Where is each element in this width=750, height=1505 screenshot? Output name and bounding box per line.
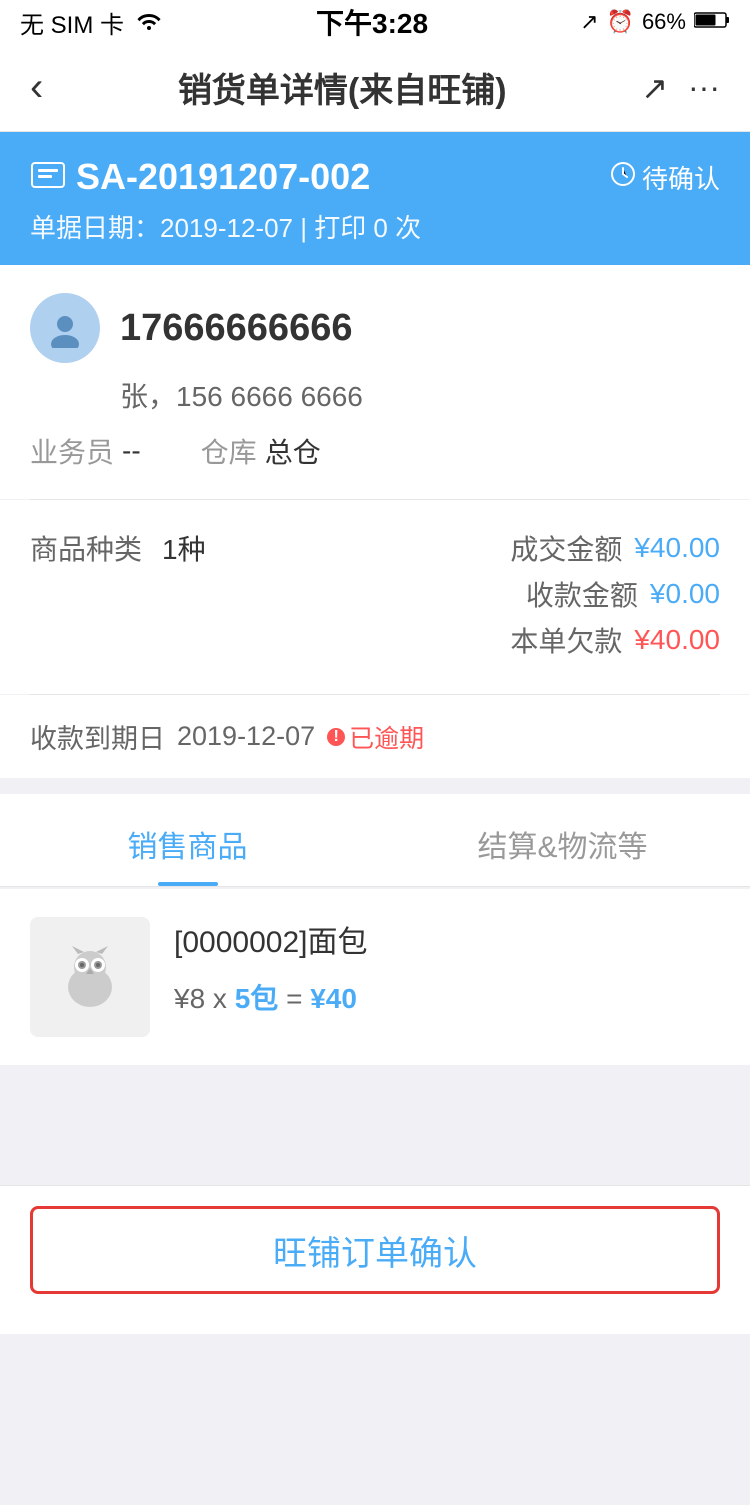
due-date-value: 2019-12-07	[177, 721, 315, 752]
customer-meta: 业务员 -- 仓库 总仓	[30, 431, 720, 471]
debt-amount-row: 本单欠款 ¥40.00	[510, 620, 720, 660]
product-qty: 5包	[235, 983, 279, 1014]
order-icon	[30, 156, 66, 198]
summary-right: 成交金额 ¥40.00 收款金额 ¥0.00 本单欠款 ¥40.00	[510, 528, 720, 666]
tab-settlement[interactable]: 结算&物流等	[375, 794, 750, 886]
product-types-label: 商品种类	[30, 528, 142, 568]
status-right: ↗ ⏰ 66%	[580, 9, 730, 35]
battery-icon	[694, 9, 730, 35]
warehouse-label: 仓库	[201, 431, 257, 471]
deal-amount-label: 成交金额	[510, 528, 622, 568]
due-date-label: 收款到期日	[30, 717, 165, 756]
debt-amount-value: ¥40.00	[634, 624, 720, 656]
location-icon: ↗	[580, 9, 598, 35]
collected-amount-label: 收款金额	[526, 574, 638, 614]
overdue-icon: !	[327, 728, 345, 746]
product-price-formula: ¥8 x	[174, 983, 227, 1014]
product-thumb-inner	[30, 917, 150, 1037]
product-name: [0000002]面包	[174, 917, 720, 961]
collected-amount-row: 收款金额 ¥0.00	[510, 574, 720, 614]
avatar	[30, 293, 100, 363]
bottom-bar: 旺铺订单确认	[0, 1185, 750, 1334]
clock-icon	[610, 161, 636, 194]
share-button[interactable]: ↗	[641, 69, 668, 107]
overdue-badge: ! 已逾期	[327, 719, 424, 755]
salesperson-item: 业务员 --	[30, 431, 141, 471]
product-section: [0000002]面包 ¥8 x 5包 = ¥40	[0, 889, 750, 1065]
back-button[interactable]: ‹	[30, 65, 43, 110]
product-equals: =	[286, 983, 302, 1014]
summary-left: 商品种类 1种	[30, 528, 206, 574]
confirm-order-button[interactable]: 旺铺订单确认	[30, 1206, 720, 1294]
overdue-text: 已逾期	[349, 719, 424, 755]
deal-amount-value: ¥40.00	[634, 532, 720, 564]
tabs: 销售商品 结算&物流等	[0, 794, 750, 887]
salesperson-label: 业务员	[30, 431, 114, 471]
customer-contact: 张，156 6666 6666	[120, 375, 720, 415]
due-date-row: 收款到期日 2019-12-07 ! 已逾期	[0, 695, 750, 778]
page-title: 销货单详情(来自旺铺)	[178, 63, 507, 112]
product-info: [0000002]面包 ¥8 x 5包 = ¥40	[174, 917, 720, 1017]
nav-bar: ‹ 销货单详情(来自旺铺) ↗ ···	[0, 44, 750, 132]
order-banner: SA-20191207-002 待确认 单据日期：2019-12-07 | 打印…	[0, 132, 750, 265]
warehouse-item: 仓库 总仓	[201, 431, 321, 471]
product-item: [0000002]面包 ¥8 x 5包 = ¥40	[0, 889, 750, 1065]
order-date: 单据日期：2019-12-07 | 打印 0 次	[30, 208, 720, 245]
status-bar: 无 SIM 卡 下午3:28 ↗ ⏰ 66%	[0, 0, 750, 44]
debt-amount-label: 本单欠款	[510, 620, 622, 660]
order-summary: 商品种类 1种 成交金额 ¥40.00 收款金额 ¥0.00 本单欠款 ¥40.…	[0, 500, 750, 694]
section-divider-1	[0, 778, 750, 794]
product-types-row: 商品种类 1种	[30, 528, 206, 568]
product-price: ¥8 x 5包 = ¥40	[174, 977, 720, 1017]
collected-amount-value: ¥0.00	[650, 578, 720, 610]
product-thumbnail	[30, 917, 150, 1037]
customer-phone: 17666666666	[120, 307, 352, 350]
salesperson-value: --	[122, 435, 141, 467]
battery-text: 66%	[642, 9, 686, 35]
carrier-text: 无 SIM 卡	[20, 5, 124, 40]
deal-amount-row: 成交金额 ¥40.00	[510, 528, 720, 568]
status-left: 无 SIM 卡	[20, 5, 164, 40]
order-id: SA-20191207-002	[30, 156, 370, 198]
status-time: 下午3:28	[316, 2, 428, 42]
warehouse-value: 总仓	[265, 431, 321, 471]
customer-card: 17666666666 张，156 6666 6666 业务员 -- 仓库 总仓	[0, 265, 750, 499]
nav-right: ↗ ···	[641, 69, 720, 107]
tab-sales-products[interactable]: 销售商品	[0, 794, 375, 886]
customer-top: 17666666666	[30, 293, 720, 363]
order-status: 待确认	[610, 159, 720, 196]
order-banner-top: SA-20191207-002 待确认	[30, 156, 720, 198]
nav-left: ‹	[30, 65, 43, 110]
product-types-value: 1种	[162, 528, 206, 568]
wifi-icon	[134, 8, 164, 37]
summary-top: 商品种类 1种 成交金额 ¥40.00 收款金额 ¥0.00 本单欠款 ¥40.…	[30, 528, 720, 666]
product-total: ¥40	[310, 983, 357, 1014]
more-button[interactable]: ···	[688, 69, 720, 106]
alarm-icon: ⏰	[607, 9, 634, 35]
